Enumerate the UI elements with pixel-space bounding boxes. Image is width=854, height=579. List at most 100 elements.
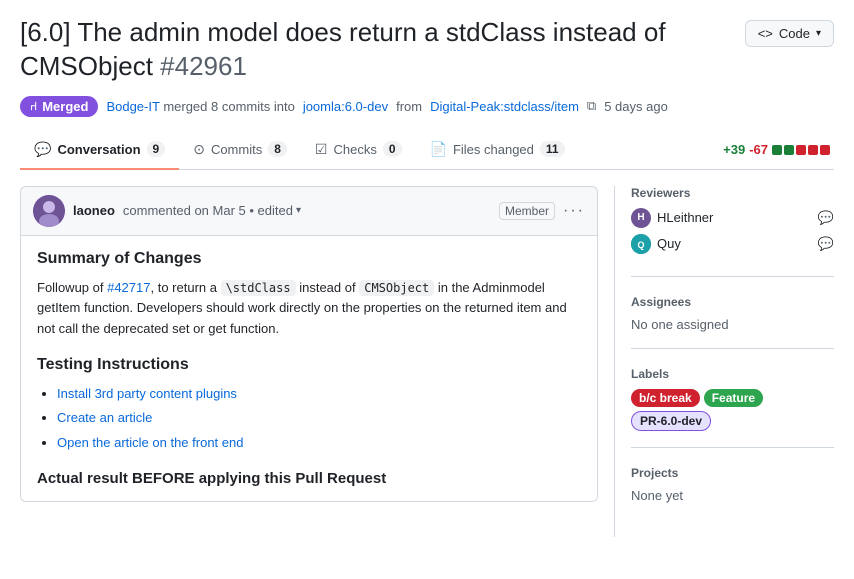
summary-heading: Summary of Changes [37, 250, 581, 268]
meta-time: 5 days ago [604, 99, 668, 114]
reviewer-name-2[interactable]: Quy [657, 236, 681, 251]
reviewer-item-2: Q Quy 💬 [631, 234, 834, 254]
assignees-section: Assignees No one assigned [631, 295, 834, 349]
edited-label: edited [258, 203, 293, 218]
reviewer-avatar-1: H [631, 208, 651, 228]
conversation-icon: 💬 [34, 141, 51, 158]
reviewer-name-1[interactable]: HLeithner [657, 210, 713, 225]
labels-label: Labels [631, 367, 834, 381]
main-column: laoneo commented on Mar 5 • edited ▾ Mem… [20, 186, 614, 537]
files-icon: 📄 [430, 141, 447, 158]
pr-title-text: [6.0] The admin model does return a stdC… [20, 17, 666, 81]
pr-title: [6.0] The admin model does return a stdC… [20, 16, 729, 84]
chevron-down-icon: ▾ [296, 205, 301, 216]
sidebar-column: Reviewers H HLeithner 💬 Q [614, 186, 834, 537]
reviewer-comment-icon-2[interactable]: 💬 [818, 236, 834, 252]
list-item: Install 3rd party content plugins [57, 384, 581, 404]
pr-meta: ⑁ Merged Bodge-IT merged 8 commits into … [20, 96, 834, 117]
reviewer-avatar-2: Q [631, 234, 651, 254]
label-feature[interactable]: Feature [704, 389, 763, 407]
meta-text: merged 8 commits into [163, 99, 295, 114]
testing-item-link-3[interactable]: Open the article on the front end [57, 435, 243, 450]
diff-bar-5 [820, 145, 830, 155]
diff-stat: +39 -67 [719, 132, 834, 167]
tab-checks-label: Checks [333, 142, 376, 157]
files-count: 11 [540, 141, 565, 157]
reviewer-comment-icon-1[interactable]: 💬 [818, 210, 834, 226]
meta-author: Bodge-IT merged 8 commits into [106, 99, 294, 114]
author-link[interactable]: Bodge-IT [106, 99, 159, 114]
labels-area: b/c break Feature PR-6.0-dev [631, 389, 834, 431]
from-text: from [396, 99, 422, 114]
pr-number: #42961 [160, 51, 247, 81]
comment-body: Summary of Changes Followup of #42717, t… [21, 236, 597, 502]
comment-header: laoneo commented on Mar 5 • edited ▾ Mem… [21, 187, 597, 236]
member-badge: Member [499, 202, 555, 220]
reviewer-item-1: H HLeithner 💬 [631, 208, 834, 228]
copy-icon[interactable]: ⧉ [587, 98, 596, 114]
testing-item-link-2[interactable]: Create an article [57, 410, 152, 425]
diff-bar-2 [784, 145, 794, 155]
tab-files-changed[interactable]: 📄 Files changed 11 [416, 131, 579, 170]
commits-icon: ⊙ [193, 141, 205, 158]
list-item: Create an article [57, 408, 581, 428]
edited-dropdown[interactable]: edited ▾ [258, 203, 301, 218]
diff-deletions: -67 [749, 142, 768, 157]
merged-badge: ⑁ Merged [20, 96, 98, 117]
comment-meta: commented on Mar 5 • edited ▾ [123, 203, 301, 218]
testing-heading: Testing Instructions [37, 356, 581, 374]
avatar [33, 195, 65, 227]
label-bc-break[interactable]: b/c break [631, 389, 700, 407]
inline-code-cmsobject: CMSObject [359, 280, 434, 296]
testing-item-link-1[interactable]: Install 3rd party content plugins [57, 386, 237, 401]
reviewer-left-2: Q Quy [631, 234, 681, 254]
merged-label: Merged [42, 99, 88, 114]
code-icon: <> [758, 26, 773, 41]
inline-code-stdclass: \stdClass [221, 280, 296, 296]
target-branch-link[interactable]: joomla:6.0-dev [303, 99, 388, 114]
issue-link[interactable]: #42717 [107, 280, 150, 295]
assignees-label: Assignees [631, 295, 834, 309]
comment-actions: Member ··· [499, 202, 585, 220]
checks-count: 0 [383, 141, 402, 157]
reviewer-left-1: H HLeithner [631, 208, 713, 228]
chevron-down-icon: ▾ [816, 28, 821, 39]
diff-bar-1 [772, 145, 782, 155]
reviewers-label: Reviewers [631, 186, 834, 200]
svg-text:Q: Q [637, 240, 644, 250]
diff-bar-3 [796, 145, 806, 155]
source-branch-link[interactable]: Digital-Peak:stdclass/item [430, 99, 579, 114]
diff-bars [772, 145, 830, 155]
testing-list: Install 3rd party content plugins Create… [37, 384, 581, 453]
tab-commits[interactable]: ⊙ Commits 8 [179, 131, 301, 170]
comment-author[interactable]: laoneo [73, 203, 115, 218]
label-pr-dev[interactable]: PR-6.0-dev [631, 411, 711, 431]
reviewers-section: Reviewers H HLeithner 💬 Q [631, 186, 834, 277]
testing-section: Testing Instructions Install 3rd party c… [37, 356, 581, 453]
projects-none-text: None yet [631, 488, 834, 503]
no-assigned-text: No one assigned [631, 317, 834, 332]
labels-section: Labels b/c break Feature PR-6.0-dev [631, 367, 834, 448]
code-button-label: Code [779, 26, 810, 41]
diff-bar-4 [808, 145, 818, 155]
comment-thread: laoneo commented on Mar 5 • edited ▾ Mem… [20, 186, 598, 503]
summary-text: Followup of #42717, to return a \stdClas… [37, 278, 581, 340]
comment-header-left: laoneo commented on Mar 5 • edited ▾ [33, 195, 301, 227]
tab-commits-label: Commits [211, 142, 262, 157]
commits-count: 8 [268, 141, 287, 157]
list-item: Open the article on the front end [57, 433, 581, 453]
comment-date: commented on Mar 5 [123, 203, 246, 218]
code-button[interactable]: <> Code ▾ [745, 20, 834, 47]
tabs-bar: 💬 Conversation 9 ⊙ Commits 8 ☑ Checks 0 … [20, 131, 834, 170]
conversation-count: 9 [147, 141, 166, 157]
tab-conversation-label: Conversation [57, 142, 140, 157]
projects-label: Projects [631, 466, 834, 480]
more-options-button[interactable]: ··· [563, 202, 585, 220]
tab-checks[interactable]: ☑ Checks 0 [301, 131, 416, 170]
diff-additions: +39 [723, 142, 745, 157]
merge-icon: ⑁ [30, 99, 37, 113]
actual-result-heading: Actual result BEFORE applying this Pull … [37, 470, 581, 487]
tab-files-label: Files changed [453, 142, 534, 157]
projects-section: Projects None yet [631, 466, 834, 519]
tab-conversation[interactable]: 💬 Conversation 9 [20, 131, 179, 170]
